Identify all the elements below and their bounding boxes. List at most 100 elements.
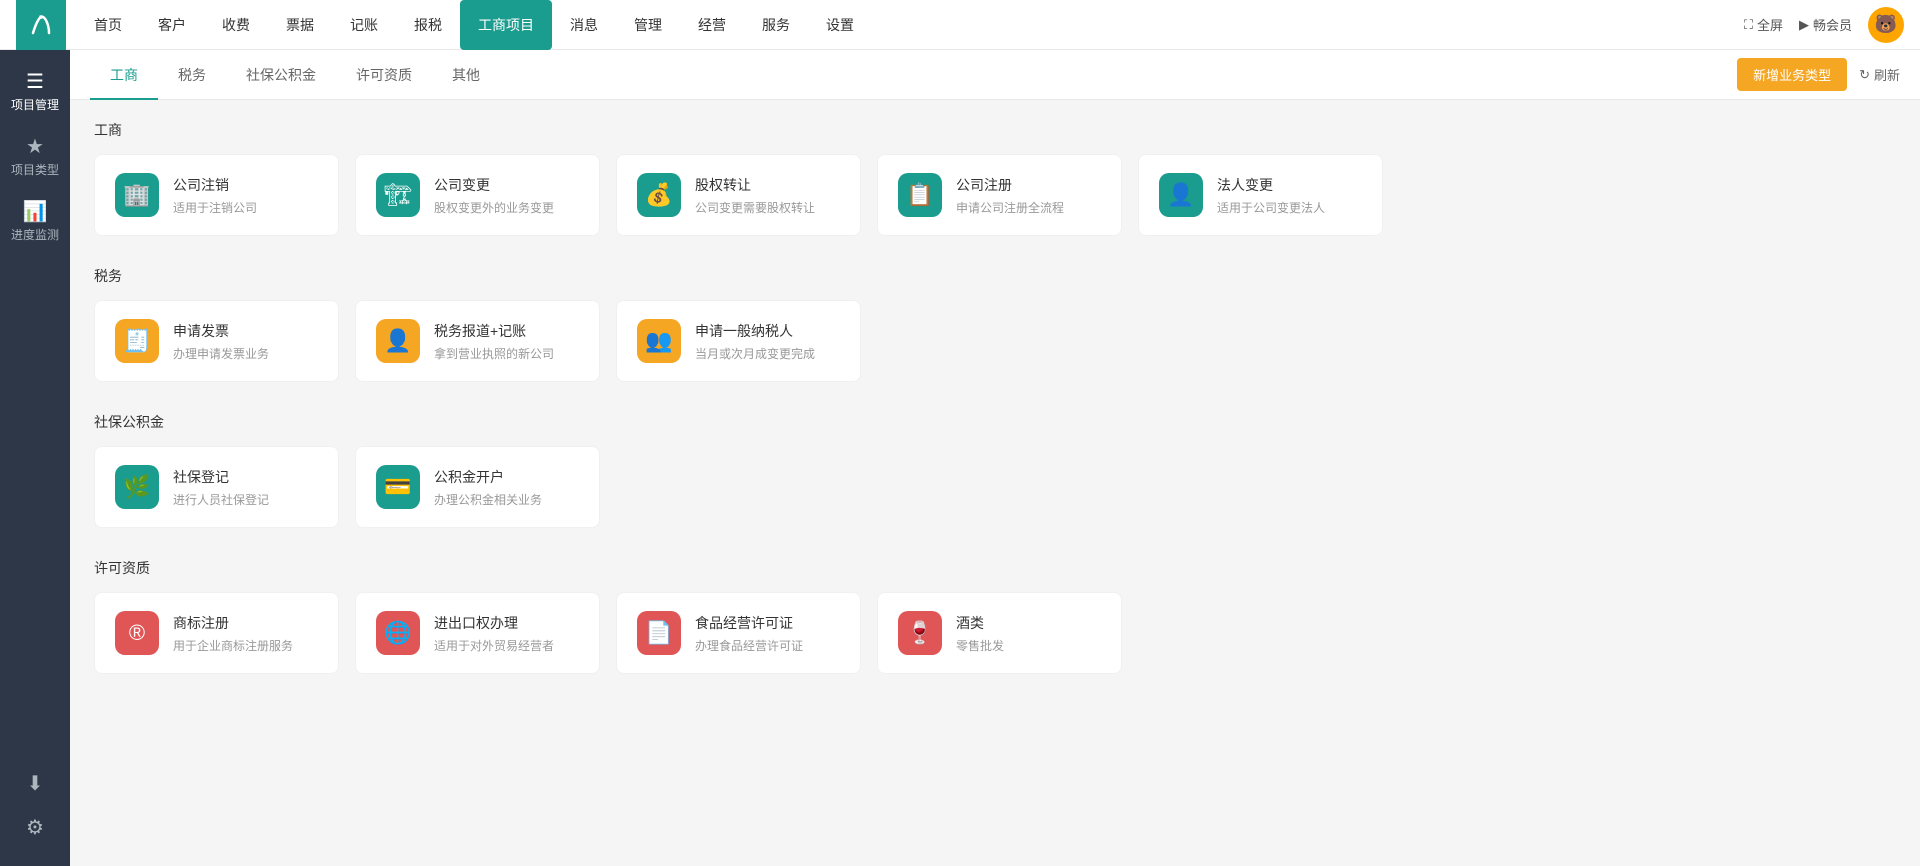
service-card-商标注册[interactable]: ® 商标注册 用于企业商标注册服务 (94, 592, 339, 674)
nav-item-服务[interactable]: 服务 (744, 0, 808, 50)
card-desc: 适用于对外贸易经营者 (434, 637, 579, 654)
section-title-工商: 工商 (94, 120, 1896, 140)
card-desc: 办理食品经营许可证 (695, 637, 840, 654)
nav-item-设置[interactable]: 设置 (808, 0, 872, 50)
card-title: 法人变更 (1217, 175, 1362, 195)
nav-item-收费[interactable]: 收费 (204, 0, 268, 50)
card-text: 公司注册 申请公司注册全流程 (956, 175, 1101, 216)
service-card-申请一般纳税人[interactable]: 👥 申请一般纳税人 当月或次月成变更完成 (616, 300, 861, 382)
card-title: 进出口权办理 (434, 613, 579, 633)
service-card-公司注销[interactable]: 🏢 公司注销 适用于注销公司 (94, 154, 339, 236)
service-card-社保登记[interactable]: 🌿 社保登记 进行人员社保登记 (94, 446, 339, 528)
card-icon: 🏗 (376, 173, 420, 217)
sidebar-item-settings[interactable]: ⚙ (0, 806, 70, 850)
vip-icon: ▶ (1799, 17, 1809, 33)
cards-grid-工商: 🏢 公司注销 适用于注销公司 🏗 公司变更 股权变更外的业务变更 💰 股权转让 … (94, 154, 1896, 236)
card-title: 商标注册 (173, 613, 318, 633)
card-title: 申请发票 (173, 321, 318, 341)
card-text: 法人变更 适用于公司变更法人 (1217, 175, 1362, 216)
card-text: 申请一般纳税人 当月或次月成变更完成 (695, 321, 840, 362)
sidebar-item-project-type[interactable]: ★ 项目类型 (0, 125, 70, 190)
card-title: 食品经营许可证 (695, 613, 840, 633)
nav-item-记账[interactable]: 记账 (332, 0, 396, 50)
sidebar-item-project-management[interactable]: ☰ 项目管理 (0, 60, 70, 125)
nav-item-首页[interactable]: 首页 (76, 0, 140, 50)
content-area: 工商税务社保公积金许可资质其他 新增业务类型 ↻ 刷新 工商 🏢 公司注销 适用… (70, 50, 1920, 866)
sidebar-item-download[interactable]: ⬇ (0, 762, 70, 806)
card-title: 申请一般纳税人 (695, 321, 840, 341)
service-card-申请发票[interactable]: 🧾 申请发票 办理申请发票业务 (94, 300, 339, 382)
tab-items: 工商税务社保公积金许可资质其他 (90, 50, 500, 100)
service-card-法人变更[interactable]: 👤 法人变更 适用于公司变更法人 (1138, 154, 1383, 236)
service-card-食品经营许可证[interactable]: 📄 食品经营许可证 办理食品经营许可证 (616, 592, 861, 674)
service-card-税务报道+记账[interactable]: 👤 税务报道+记账 拿到营业执照的新公司 (355, 300, 600, 382)
vip-label: 畅会员 (1813, 15, 1852, 34)
tab-工商[interactable]: 工商 (90, 50, 158, 100)
card-text: 社保登记 进行人员社保登记 (173, 467, 318, 508)
user-avatar[interactable]: 🐻 (1868, 7, 1904, 43)
project-management-icon: ☰ (26, 72, 44, 92)
sidebar-item-label: 进度监测 (11, 226, 59, 243)
refresh-icon: ↻ (1859, 67, 1870, 83)
service-card-进出口权办理[interactable]: 🌐 进出口权办理 适用于对外贸易经营者 (355, 592, 600, 674)
tab-社保公积金[interactable]: 社保公积金 (226, 50, 336, 100)
service-card-公积金开户[interactable]: 💳 公积金开户 办理公积金相关业务 (355, 446, 600, 528)
nav-item-客户[interactable]: 客户 (140, 0, 204, 50)
sidebar-item-progress-monitor[interactable]: 📊 进度监测 (0, 190, 70, 255)
fullscreen-label: 全屏 (1757, 15, 1783, 34)
nav-item-报税[interactable]: 报税 (396, 0, 460, 50)
section-title-社保公积金: 社保公积金 (94, 412, 1896, 432)
nav-item-票据[interactable]: 票据 (268, 0, 332, 50)
card-desc: 进行人员社保登记 (173, 491, 318, 508)
card-title: 公司变更 (434, 175, 579, 195)
card-desc: 用于企业商标注册服务 (173, 637, 318, 654)
refresh-button[interactable]: ↻ 刷新 (1859, 65, 1900, 84)
card-title: 股权转让 (695, 175, 840, 195)
service-card-酒类[interactable]: 🍷 酒类 零售批发 (877, 592, 1122, 674)
card-icon: ® (115, 611, 159, 655)
progress-monitor-icon: 📊 (23, 202, 48, 222)
section-title-许可资质: 许可资质 (94, 558, 1896, 578)
nav-item-消息[interactable]: 消息 (552, 0, 616, 50)
cards-grid-社保公积金: 🌿 社保登记 进行人员社保登记 💳 公积金开户 办理公积金相关业务 (94, 446, 1896, 528)
card-icon: 👥 (637, 319, 681, 363)
card-desc: 股权变更外的业务变更 (434, 199, 579, 216)
download-icon: ⬇ (27, 774, 44, 794)
card-title: 社保登记 (173, 467, 318, 487)
cards-grid-许可资质: ® 商标注册 用于企业商标注册服务 🌐 进出口权办理 适用于对外贸易经营者 📄 … (94, 592, 1896, 674)
service-card-公司注册[interactable]: 📋 公司注册 申请公司注册全流程 (877, 154, 1122, 236)
cards-grid-税务: 🧾 申请发票 办理申请发票业务 👤 税务报道+记账 拿到营业执照的新公司 👥 申… (94, 300, 1896, 382)
card-title: 酒类 (956, 613, 1101, 633)
card-icon: 🌿 (115, 465, 159, 509)
nav-item-经营[interactable]: 经营 (680, 0, 744, 50)
card-title: 公司注销 (173, 175, 318, 195)
tab-许可资质[interactable]: 许可资质 (336, 50, 432, 100)
settings-icon: ⚙ (26, 818, 44, 838)
card-icon: 👤 (1159, 173, 1203, 217)
service-card-股权转让[interactable]: 💰 股权转让 公司变更需要股权转让 (616, 154, 861, 236)
nav-item-工商项目[interactable]: 工商项目 (460, 0, 552, 50)
scroll-area[interactable]: 工商 🏢 公司注销 适用于注销公司 🏗 公司变更 股权变更外的业务变更 💰 股权… (70, 100, 1920, 866)
tab-税务[interactable]: 税务 (158, 50, 226, 100)
card-desc: 办理申请发票业务 (173, 345, 318, 362)
card-title: 公积金开户 (434, 467, 579, 487)
service-card-公司变更[interactable]: 🏗 公司变更 股权变更外的业务变更 (355, 154, 600, 236)
card-icon: 📄 (637, 611, 681, 655)
card-icon: 🧾 (115, 319, 159, 363)
project-type-icon: ★ (26, 137, 44, 157)
card-icon: 🍷 (898, 611, 942, 655)
tab-bar-actions: 新增业务类型 ↻ 刷新 (1737, 58, 1900, 91)
nav-item-管理[interactable]: 管理 (616, 0, 680, 50)
card-text: 进出口权办理 适用于对外贸易经营者 (434, 613, 579, 654)
fullscreen-button[interactable]: ⛶ 全屏 (1744, 15, 1783, 34)
vip-button[interactable]: ▶ 畅会员 (1799, 15, 1852, 34)
card-desc: 申请公司注册全流程 (956, 199, 1101, 216)
card-desc: 公司变更需要股权转让 (695, 199, 840, 216)
sidebar-item-label: 项目管理 (11, 96, 59, 113)
add-business-type-button[interactable]: 新增业务类型 (1737, 58, 1847, 91)
card-text: 酒类 零售批发 (956, 613, 1101, 654)
tab-其他[interactable]: 其他 (432, 50, 500, 100)
card-desc: 办理公积金相关业务 (434, 491, 579, 508)
card-text: 税务报道+记账 拿到营业执照的新公司 (434, 321, 579, 362)
card-text: 申请发票 办理申请发票业务 (173, 321, 318, 362)
